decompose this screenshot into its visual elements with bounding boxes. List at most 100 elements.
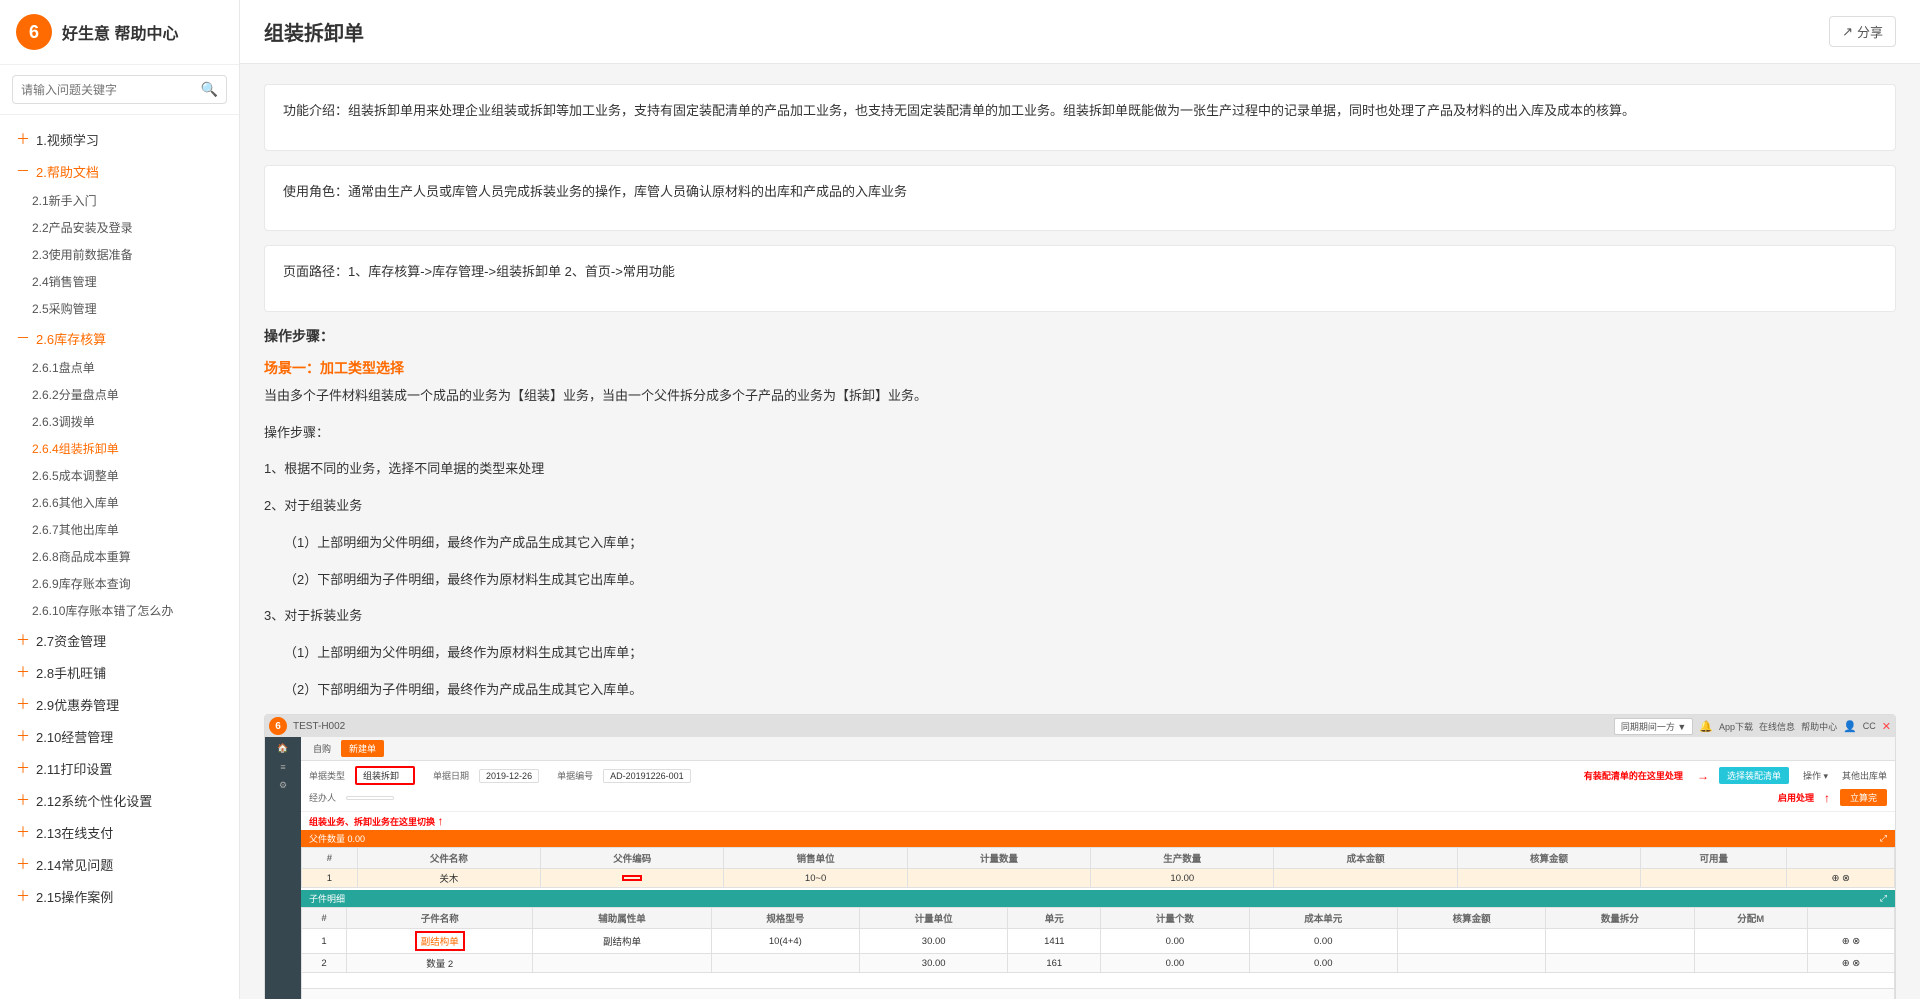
ss-nav-settings: ⚙ bbox=[277, 778, 289, 793]
sidebar-item-operation[interactable]: ＋ 2.10经营管理 bbox=[0, 720, 239, 752]
scene1-desc: 当由多个子件材料组装成一个成品的业务为【组装】业务，当由一个父件拆分成多个子产品… bbox=[264, 384, 1896, 409]
sidebar-item-partial-stocktake[interactable]: 2.6.2分量盘点单 bbox=[0, 381, 239, 408]
search-area: 🔍 bbox=[0, 65, 239, 115]
sidebar-item-label: 2.8手机旺铺 bbox=[36, 663, 106, 682]
plus-icon-11: ＋ bbox=[16, 886, 30, 906]
ss-btn-confirm[interactable]: 立算完 bbox=[1840, 789, 1887, 806]
ss-section-bottom-bar: 子件明细 ⤢ bbox=[301, 890, 1895, 907]
ss-col-parent-name: 父件名称 bbox=[357, 848, 540, 869]
search-input[interactable] bbox=[21, 83, 201, 97]
ss-b-col-name: 子件名称 bbox=[347, 908, 533, 929]
sidebar-item-cases[interactable]: ＋ 2.15操作案例 bbox=[0, 880, 239, 912]
sidebar-item-payment[interactable]: ＋ 2.13在线支付 bbox=[0, 816, 239, 848]
sidebar-item-transfer[interactable]: 2.6.3调拨单 bbox=[0, 408, 239, 435]
ss-b-cell-num2: 2 bbox=[302, 954, 347, 973]
ss-logo: 6 bbox=[269, 717, 287, 735]
sidebar-item-faq[interactable]: ＋ 2.14常见问题 bbox=[0, 848, 239, 880]
ss-help: 帮助中心 bbox=[1801, 720, 1837, 733]
ss-b-col-cost: 成本单元 bbox=[1249, 908, 1397, 929]
sidebar-item-label: 2.6库存核算 bbox=[36, 329, 106, 348]
sidebar-item-cost-adjust[interactable]: 2.6.5成本调整单 bbox=[0, 462, 239, 489]
step2: 2、对于组装业务 bbox=[264, 494, 1896, 519]
ss-cell-avail bbox=[1641, 869, 1787, 888]
ss-appdownload: App下载 bbox=[1719, 720, 1753, 733]
ss-section-top-bar: 父件数量 0.00 ⤢ bbox=[301, 830, 1895, 847]
sidebar-item-cost-recalc[interactable]: 2.6.8商品成本重算 bbox=[0, 543, 239, 570]
sidebar-item-stocktake[interactable]: 2.6.1盘点单 bbox=[0, 354, 239, 381]
ss-b-cell-name2: 数量 2 bbox=[347, 954, 533, 973]
sidebar-item-help-docs[interactable]: － 2.帮助文档 bbox=[0, 155, 239, 187]
ss-b-col-split: 数量拆分 bbox=[1546, 908, 1694, 929]
sidebar-item-print[interactable]: ＋ 2.11打印设置 bbox=[0, 752, 239, 784]
sidebar-item-coupon[interactable]: ＋ 2.9优惠券管理 bbox=[0, 688, 239, 720]
search-icon[interactable]: 🔍 bbox=[201, 81, 218, 98]
sidebar-item-ledger[interactable]: 2.6.9库存账本查询 bbox=[0, 570, 239, 597]
sidebar-item-assembly[interactable]: 2.6.4组装拆卸单 bbox=[0, 435, 239, 462]
ss-user-icon: 👤 bbox=[1843, 720, 1857, 733]
ss-tab-new[interactable]: 新建单 bbox=[341, 740, 384, 757]
plus-icon-5: ＋ bbox=[16, 694, 30, 714]
ss-b-cell-action2[interactable]: ⊕ ⊗ bbox=[1807, 954, 1894, 973]
screenshot-container: 6 TEST-H002 同期期间一方 ▼ 🔔 App下载 在线信息 帮助中心 👤… bbox=[264, 714, 1896, 999]
steps-main-label: 操作步骤： bbox=[264, 326, 1896, 346]
ss-b-cell-split bbox=[1546, 929, 1694, 954]
sidebar-item-customize[interactable]: ＋ 2.12系统个性化设置 bbox=[0, 784, 239, 816]
sidebar-item-ledger-fix[interactable]: 2.6.10库存账本错了怎么办 bbox=[0, 597, 239, 624]
sidebar-item-label: 2.12系统个性化设置 bbox=[36, 791, 152, 810]
sidebar-item-label: 2.14常见问题 bbox=[36, 855, 113, 874]
ss-col-parent-code: 父件编码 bbox=[541, 848, 724, 869]
sidebar-item-mobile[interactable]: ＋ 2.8手机旺铺 bbox=[0, 656, 239, 688]
sidebar-item-other-out[interactable]: 2.6.7其他出库单 bbox=[0, 516, 239, 543]
ss-btn-more[interactable]: 操作 ▾ bbox=[1803, 769, 1828, 782]
sidebar-item-data-prep[interactable]: 2.3使用前数据准备 bbox=[0, 241, 239, 268]
ss-col-unit: 销售单位 bbox=[724, 848, 907, 869]
ss-bottom-table: # 子件名称 辅助属性单 规格型号 计量单位 单元 计量个数 成本单元 核算金额 bbox=[301, 907, 1895, 999]
table-row bbox=[302, 973, 1895, 989]
sidebar-item-sales[interactable]: 2.4销售管理 bbox=[0, 268, 239, 295]
ss-b-col-count: 计量个数 bbox=[1101, 908, 1249, 929]
ss-b-cell-attr2 bbox=[533, 954, 711, 973]
table-row bbox=[302, 989, 1895, 999]
ss-b-cell-count2: 0.00 bbox=[1101, 954, 1249, 973]
ss-label-handler: 经办人 bbox=[309, 791, 336, 804]
ss-tab-purchase[interactable]: 自购 bbox=[307, 740, 337, 757]
sidebar-item-other-in[interactable]: 2.6.6其他入库单 bbox=[0, 489, 239, 516]
ss-cell-unit: 10~0 bbox=[724, 869, 907, 888]
sidebar-item-beginner[interactable]: 2.1新手入门 bbox=[0, 187, 239, 214]
ss-cell-calc bbox=[1457, 869, 1640, 888]
intro-text: 功能介绍：组装拆卸单用来处理企业组装或拆卸等加工业务，支持有固定装配清单的产品加… bbox=[283, 99, 1877, 124]
ss-btn-other[interactable]: 其他出库单 bbox=[1842, 769, 1887, 782]
ss-value-handler bbox=[346, 796, 394, 800]
ss-b-cell-op2 bbox=[1694, 954, 1807, 973]
logo-area: 6 好生意 帮助中心 bbox=[0, 0, 239, 65]
sidebar-item-label: 2.帮助文档 bbox=[36, 162, 99, 181]
sidebar-item-install[interactable]: 2.2产品安装及登录 bbox=[0, 214, 239, 241]
logo-text: 好生意 帮助中心 bbox=[62, 20, 178, 44]
sidebar-item-label: 2.10经营管理 bbox=[36, 727, 113, 746]
sidebar-item-label: 2.11打印设置 bbox=[36, 759, 112, 778]
share-button[interactable]: ↗ 分享 bbox=[1829, 16, 1896, 47]
ss-arrow-enable: ↑ bbox=[1824, 791, 1830, 805]
plus-icon-6: ＋ bbox=[16, 726, 30, 746]
ss-annotation-enable: 启用处理 bbox=[1778, 791, 1814, 804]
ss-b-cell-total bbox=[1397, 929, 1545, 954]
sidebar-item-inventory[interactable]: － 2.6库存核算 bbox=[0, 322, 239, 354]
ss-btn-select-bom[interactable]: 选择装配清单 bbox=[1719, 767, 1789, 784]
ss-arrow-right: → bbox=[1697, 769, 1709, 783]
sidebar-item-purchase[interactable]: 2.5采购管理 bbox=[0, 295, 239, 322]
sidebar-item-video[interactable]: ＋ 1.视频学习 bbox=[0, 123, 239, 155]
ss-b-col-total: 核算金额 bbox=[1397, 908, 1545, 929]
ss-expand-icon2: ⤢ bbox=[1880, 893, 1887, 904]
ss-b-cell-action[interactable]: ⊕ ⊗ bbox=[1807, 929, 1894, 954]
sidebar-item-label: 2.13在线支付 bbox=[36, 823, 113, 842]
sidebar-item-label: 2.9优惠券管理 bbox=[36, 695, 119, 714]
ss-b-cell-op bbox=[1694, 929, 1807, 954]
ss-b-col-attr: 辅助属性单 bbox=[533, 908, 711, 929]
plus-icon-3: ＋ bbox=[16, 630, 30, 650]
ss-label-num: 单据编号 bbox=[557, 769, 593, 782]
scene1-label: 场景一：加工类型选择 bbox=[264, 358, 1896, 378]
sidebar-item-finance[interactable]: ＋ 2.7资金管理 bbox=[0, 624, 239, 656]
page-title: 组装拆卸单 bbox=[264, 17, 364, 46]
search-box[interactable]: 🔍 bbox=[12, 75, 227, 104]
minus-icon: － bbox=[16, 161, 30, 181]
